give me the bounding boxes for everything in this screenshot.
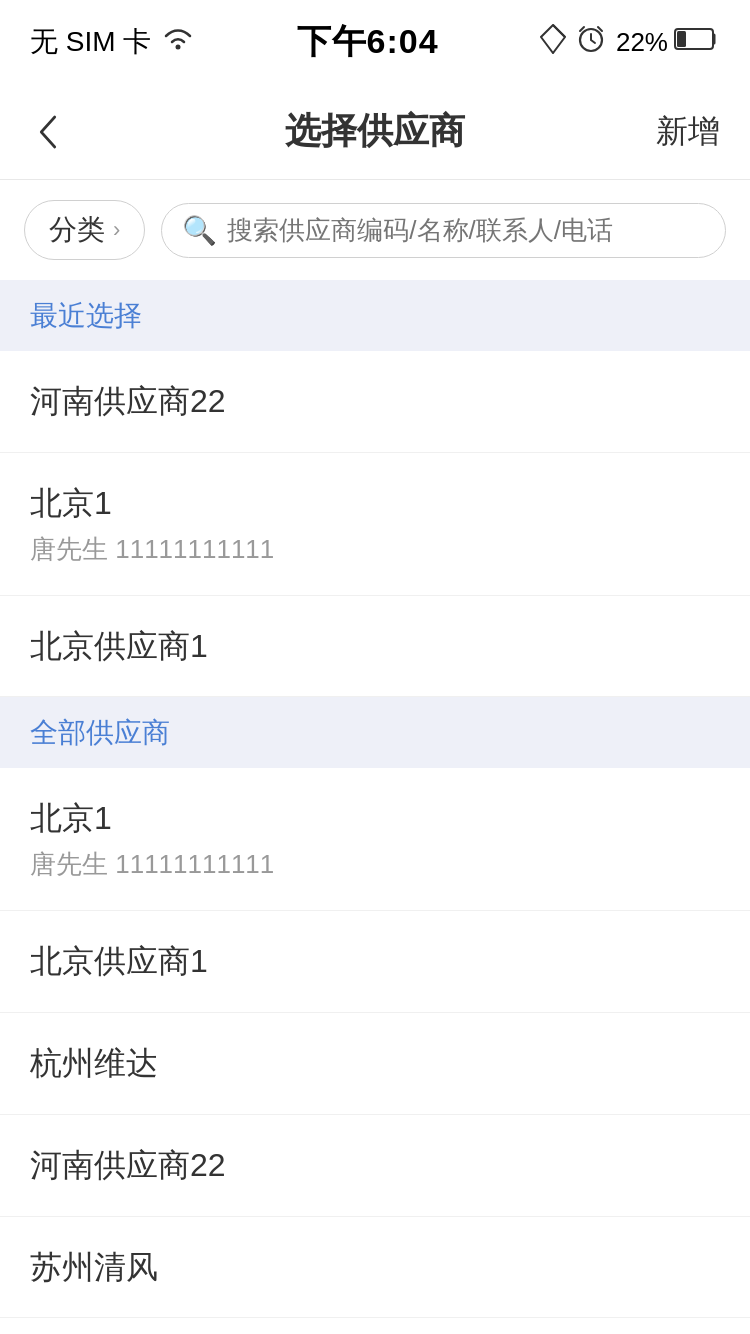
item-name: 苏州清风 [30, 1245, 720, 1290]
list-item[interactable]: 北京1 唐先生 11111111111 [0, 453, 750, 596]
recent-section-label: 最近选择 [30, 300, 142, 331]
battery-percent: 22% [616, 27, 668, 58]
nav-title: 选择供应商 [110, 107, 640, 156]
recent-section-header: 最近选择 [0, 280, 750, 351]
search-input[interactable] [227, 215, 705, 246]
category-label: 分类 [49, 211, 105, 249]
item-name: 河南供应商22 [30, 379, 720, 424]
item-name: 杭州维达 [30, 1041, 720, 1086]
list-item[interactable]: 杭州维达 [0, 1013, 750, 1115]
list-item[interactable]: 苏州清风 [0, 1217, 750, 1319]
back-button[interactable] [30, 92, 110, 172]
item-name: 北京1 [30, 481, 720, 526]
nav-bar: 选择供应商 新增 [0, 84, 750, 180]
item-contact: 唐先生 11111111111 [30, 532, 720, 567]
battery-icon [674, 26, 720, 59]
svg-point-0 [176, 44, 181, 49]
add-button[interactable]: 新增 [640, 110, 720, 154]
list-item[interactable]: 北京供应商1 [0, 596, 750, 698]
battery-container: 22% [616, 26, 720, 59]
status-right: 22% [540, 24, 720, 61]
search-box: 🔍 [161, 203, 726, 258]
item-name: 北京1 [30, 796, 720, 841]
item-name: 北京供应商1 [30, 939, 720, 984]
list-item[interactable]: 北京1 唐先生 11111111111 [0, 768, 750, 911]
all-list: 北京1 唐先生 11111111111 北京供应商1 杭州维达河南供应商22 苏州清风 [0, 768, 750, 1318]
recent-list: 河南供应商22 北京1 唐先生 11111111111 北京供应商1 [0, 351, 750, 697]
item-name: 河南供应商22 [30, 1143, 720, 1188]
chevron-right-icon: › [113, 217, 120, 243]
status-time: 下午6:04 [297, 19, 439, 65]
item-name: 北京供应商1 [30, 624, 720, 669]
all-section-header: 全部供应商 [0, 697, 750, 768]
list-item[interactable]: 河南供应商22 [0, 351, 750, 453]
wifi-icon [161, 25, 195, 60]
category-button[interactable]: 分类 › [24, 200, 145, 260]
status-left: 无 SIM 卡 [30, 23, 195, 61]
search-icon: 🔍 [182, 214, 217, 247]
list-item[interactable]: 北京供应商1 [0, 911, 750, 1013]
carrier-label: 无 SIM 卡 [30, 23, 151, 61]
location-icon [540, 24, 566, 61]
alarm-icon [576, 24, 606, 61]
item-contact: 唐先生 11111111111 [30, 847, 720, 882]
all-section-label: 全部供应商 [30, 717, 170, 748]
status-bar: 无 SIM 卡 下午6:04 [0, 0, 750, 84]
filter-bar: 分类 › 🔍 [0, 180, 750, 280]
svg-rect-3 [677, 31, 686, 47]
list-item[interactable]: 河南供应商22 [0, 1115, 750, 1217]
